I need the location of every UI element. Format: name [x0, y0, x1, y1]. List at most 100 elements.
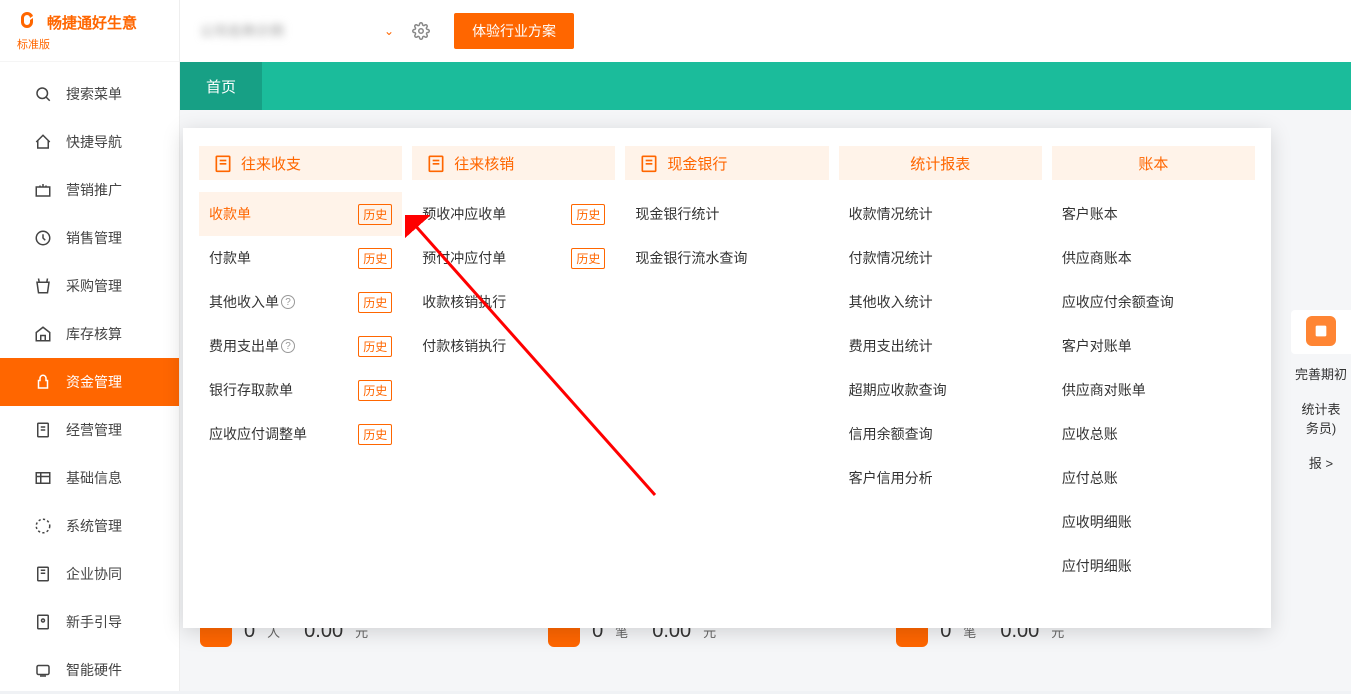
tab-bar: 首页 — [180, 62, 1351, 110]
menu-label: 搜索菜单 — [66, 84, 122, 104]
sidebar-item-3[interactable]: 销售管理 — [0, 214, 179, 262]
mega-menu-item[interactable]: 应收应付余额查询 — [1052, 280, 1255, 324]
mega-menu-item[interactable]: 费用支出统计 — [839, 324, 1042, 368]
mega-menu-item[interactable]: 预付冲应付单 历史 — [412, 236, 615, 280]
menu-icon — [34, 661, 52, 679]
mega-menu-item[interactable]: 现金银行流水查询 — [625, 236, 828, 280]
row-label: 预付冲应付单 — [422, 248, 506, 268]
menu-label: 营销推广 — [66, 180, 122, 200]
menu-icon — [34, 85, 52, 103]
menu-icon — [34, 373, 52, 391]
history-badge[interactable]: 历史 — [571, 204, 605, 225]
sidebar-item-4[interactable]: 采购管理 — [0, 262, 179, 310]
row-label: 银行存取款单 — [209, 380, 293, 400]
mega-menu-item[interactable]: 应付总账 — [1052, 456, 1255, 500]
history-badge[interactable]: 历史 — [571, 248, 605, 269]
row-label: 收款单 — [209, 204, 251, 224]
mega-menu-item[interactable]: 应付明细账 — [1052, 544, 1255, 588]
mega-menu-item[interactable]: 客户账本 — [1052, 192, 1255, 236]
side-widgets: 完善期初 统计表务员) 报 > — [1291, 310, 1351, 482]
mega-menu-item[interactable]: 应收总账 — [1052, 412, 1255, 456]
history-badge[interactable]: 历史 — [358, 336, 392, 357]
sidebar-item-9[interactable]: 系统管理 — [0, 502, 179, 550]
menu-icon — [34, 181, 52, 199]
sidebar-item-10[interactable]: 企业协同 — [0, 550, 179, 598]
mega-column-header: 往来收支 — [199, 146, 402, 180]
mega-menu-item[interactable]: 银行存取款单 历史 — [199, 368, 402, 412]
row-label: 供应商账本 — [1062, 248, 1132, 268]
brand-logo-icon — [15, 10, 39, 34]
mega-menu-item[interactable]: 应收应付调整单历史 — [199, 412, 402, 456]
sidebar-item-5[interactable]: 库存核算 — [0, 310, 179, 358]
menu-icon — [34, 133, 52, 151]
menu-icon — [34, 277, 52, 295]
row-label: 收款核销执行 — [422, 292, 506, 312]
row-label: 应收应付余额查询 — [1062, 292, 1174, 312]
mega-menu-item[interactable]: 付款单历史 — [199, 236, 402, 280]
mega-menu-item[interactable]: 信用余额查询 — [839, 412, 1042, 456]
row-label: 应付明细账 — [1062, 556, 1132, 576]
mega-menu-item[interactable]: 付款核销执行 — [412, 324, 615, 368]
history-badge[interactable]: 历史 — [358, 424, 392, 445]
mega-menu-item[interactable]: 其他收入统计 — [839, 280, 1042, 324]
side-widget[interactable] — [1291, 310, 1351, 354]
row-label: 客户对账单 — [1062, 336, 1132, 356]
brand-subtitle: 标准版 — [17, 36, 164, 52]
logo-area: 畅捷通好生意 标准版 — [0, 0, 179, 62]
sidebar-item-2[interactable]: 营销推广 — [0, 166, 179, 214]
history-badge[interactable]: 历史 — [358, 380, 392, 401]
side-text[interactable]: 报 > — [1291, 447, 1351, 478]
mega-menu-item[interactable]: 收款核销执行 — [412, 280, 615, 324]
row-label: 应收总账 — [1062, 424, 1118, 444]
sidebar-item-6[interactable]: 资金管理 — [0, 358, 179, 406]
row-label: 超期应收款查询 — [849, 380, 947, 400]
gear-icon[interactable] — [412, 22, 430, 40]
mega-menu-item[interactable]: 收款情况统计 — [839, 192, 1042, 236]
menu-icon — [34, 565, 52, 583]
history-badge[interactable]: 历史 — [358, 204, 392, 225]
history-badge[interactable]: 历史 — [358, 292, 392, 313]
mega-menu-item[interactable]: 应收明细账 — [1052, 500, 1255, 544]
mega-menu-item[interactable]: 超期应收款查询 — [839, 368, 1042, 412]
row-label: 收款情况统计 — [849, 204, 933, 224]
row-label: 费用支出统计 — [849, 336, 933, 356]
row-label: 其他收入单? — [209, 292, 295, 312]
menu-icon — [34, 229, 52, 247]
mega-menu-item[interactable]: 付款情况统计 — [839, 236, 1042, 280]
row-label: 供应商对账单 — [1062, 380, 1146, 400]
menu-label: 企业协同 — [66, 564, 122, 584]
history-badge[interactable]: 历史 — [358, 248, 392, 269]
tab-home[interactable]: 首页 — [180, 62, 262, 110]
sidebar-item-11[interactable]: 新手引导 — [0, 598, 179, 646]
row-label: 应付总账 — [1062, 468, 1118, 488]
row-label: 预收冲应收单 — [422, 204, 506, 224]
mega-menu-item[interactable]: 供应商对账单 — [1052, 368, 1255, 412]
mega-menu-item[interactable]: 现金银行统计 — [625, 192, 828, 236]
mega-menu-item[interactable]: 费用支出单? 历史 — [199, 324, 402, 368]
sidebar-item-0[interactable]: 搜索菜单 — [0, 70, 179, 118]
company-name[interactable]: 公司名称示例 — [200, 21, 284, 41]
mega-menu-item[interactable]: 供应商账本 — [1052, 236, 1255, 280]
help-icon: ? — [281, 295, 295, 309]
sidebar-item-7[interactable]: 经营管理 — [0, 406, 179, 454]
help-icon: ? — [281, 339, 295, 353]
mega-menu-item[interactable]: 客户信用分析 — [839, 456, 1042, 500]
menu-label: 经营管理 — [66, 420, 122, 440]
header: 公司名称示例 ⌄ 体验行业方案 — [180, 0, 1351, 62]
row-label: 信用余额查询 — [849, 424, 933, 444]
chevron-down-icon[interactable]: ⌄ — [384, 24, 394, 38]
row-label: 客户信用分析 — [849, 468, 933, 488]
primary-cta-button[interactable]: 体验行业方案 — [454, 13, 574, 49]
sidebar-item-1[interactable]: 快捷导航 — [0, 118, 179, 166]
side-text: 统计表务员) — [1291, 393, 1351, 443]
mega-menu-item[interactable]: 客户对账单 — [1052, 324, 1255, 368]
mega-menu-item[interactable]: 预收冲应收单 历史 — [412, 192, 615, 236]
mega-menu-item[interactable]: 其他收入单? 历史 — [199, 280, 402, 324]
mega-column-header: 现金银行 — [625, 146, 828, 180]
sidebar-item-12[interactable]: 智能硬件 — [0, 646, 179, 694]
row-label: 付款情况统计 — [849, 248, 933, 268]
sidebar-item-8[interactable]: 基础信息 — [0, 454, 179, 502]
menu-label: 系统管理 — [66, 516, 122, 536]
row-label: 费用支出单? — [209, 336, 295, 356]
mega-menu-item[interactable]: 收款单 历史 — [199, 192, 402, 236]
